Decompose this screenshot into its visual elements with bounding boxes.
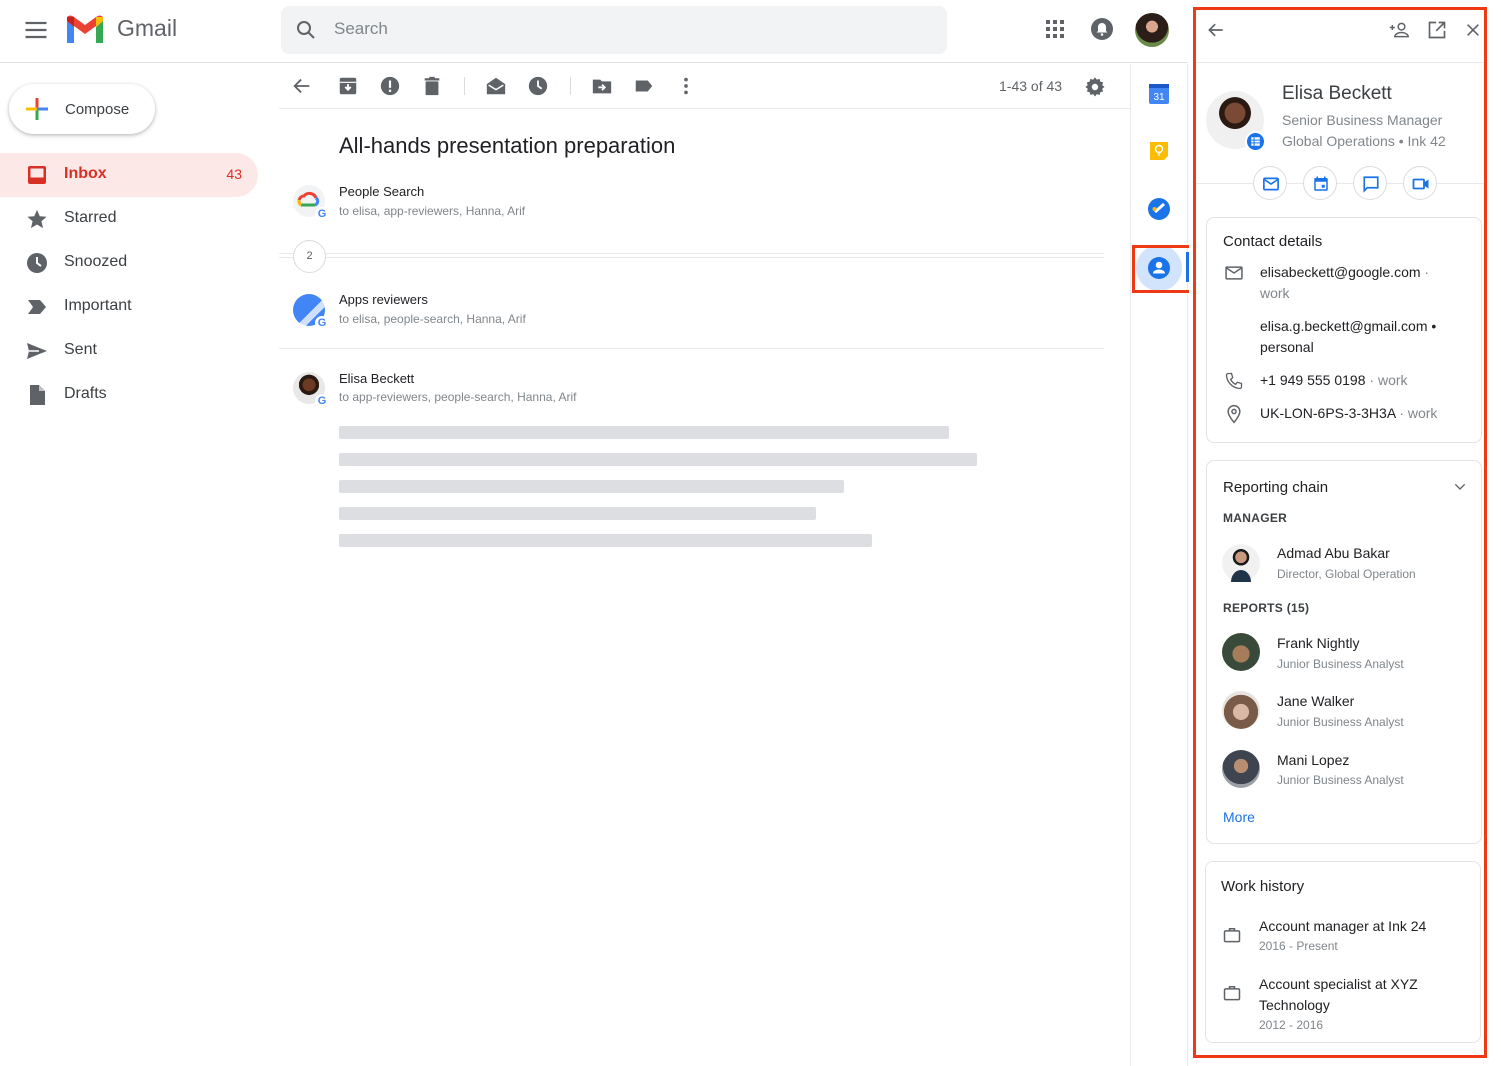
toolbar-divider [570,77,571,95]
mark-unread-icon [486,77,506,95]
back-button[interactable] [291,75,313,97]
pagination-text: 1-43 of 43 [999,78,1063,94]
highlight-box-panel [1193,7,1487,1058]
settings-button[interactable] [1084,76,1106,98]
sidebar-item-label: Starred [64,209,117,226]
search-icon[interactable] [294,18,318,42]
sidebar-item-label: Sent [64,341,97,358]
message-divider [279,348,1104,349]
svg-text:31: 31 [1153,92,1165,103]
archive-button[interactable] [337,75,359,97]
google-apps-button[interactable] [1044,18,1066,40]
brand-name: Gmail [117,15,178,41]
plus-icon [26,98,48,120]
move-to-button[interactable] [591,75,613,97]
star-icon [26,208,48,230]
sidebar-item-drafts[interactable]: Drafts [0,373,258,417]
loading-placeholder-line [339,426,949,439]
message-recipients: to elisa, people-search, Hanna, Arif [339,312,526,326]
send-icon [26,340,48,362]
main-menu-button[interactable] [22,16,50,44]
loading-placeholder-line [339,534,872,547]
keep-icon [1150,142,1168,160]
loading-placeholder-line [339,453,977,466]
collapsed-divider [279,257,1104,258]
sidebar-item-label: Inbox [64,165,107,182]
label-icon [635,80,653,92]
message-recipients: to app-reviewers, people-search, Hanna, … [339,390,577,404]
more-vert-icon [684,77,688,95]
collapsed-divider [279,253,1104,254]
notifications-button[interactable] [1090,17,1114,41]
loading-placeholder-line [339,480,844,493]
loading-placeholder-line [339,507,816,520]
sidebar-item-snoozed[interactable]: Snoozed [0,241,258,285]
collapsed-messages-button[interactable]: 2 [293,240,326,273]
report-spam-button[interactable] [379,75,401,97]
thread-subject: All-hands presentation preparation [339,133,676,158]
move-to-icon [592,79,612,94]
label-button[interactable] [633,75,655,97]
delete-icon [424,76,440,96]
archive-icon [339,77,357,95]
report-spam-icon [380,76,400,96]
mark-unread-button[interactable] [485,75,507,97]
inbox-icon [26,164,48,186]
message-sender[interactable]: Elisa Beckett [339,371,414,386]
sidebar-item-starred[interactable]: Starred [0,197,258,241]
highlight-box-contacts [1132,245,1193,293]
search-input[interactable]: Search [334,19,388,39]
more-options-button[interactable] [675,75,697,97]
snooze-icon [528,76,548,96]
google-badge-icon: G [315,394,329,408]
tasks-icon [1148,198,1170,220]
calendar-app-button[interactable]: 31 [1147,82,1171,106]
sidebar-item-sent[interactable]: Sent [0,329,258,373]
back-icon [293,78,310,94]
calendar-icon: 31 [1149,84,1169,104]
sidebar-item-label: Snoozed [64,253,128,270]
google-badge-icon: G [315,316,329,330]
gmail-logo[interactable] [64,13,106,45]
account-avatar[interactable] [1135,13,1169,47]
toolbar-divider [464,77,465,95]
compose-label: Compose [65,101,130,118]
clock-icon [26,252,48,274]
important-icon [26,296,48,318]
message-sender[interactable]: Apps reviewers [339,292,428,307]
keep-app-button[interactable] [1147,139,1171,163]
sidebar-item-inbox[interactable]: Inbox 43 [0,153,258,197]
google-badge-icon: G [315,207,329,221]
apps-grid-icon [1046,20,1064,38]
sidebar-item-label: Drafts [64,385,107,402]
sidebar-item-important[interactable]: Important [0,285,258,329]
sidebar-item-label: Important [64,297,132,314]
menu-icon [25,21,47,39]
message-sender[interactable]: People Search [339,184,424,199]
gear-icon [1085,77,1105,97]
tasks-app-button[interactable] [1147,197,1171,221]
draft-icon [26,384,48,406]
message-recipients: to elisa, app-reviewers, Hanna, Arif [339,204,526,218]
gmail-m-icon [67,15,103,43]
bell-icon [1091,18,1113,40]
unread-count: 43 [226,166,242,182]
snooze-button[interactable] [527,75,549,97]
delete-button[interactable] [421,75,443,97]
